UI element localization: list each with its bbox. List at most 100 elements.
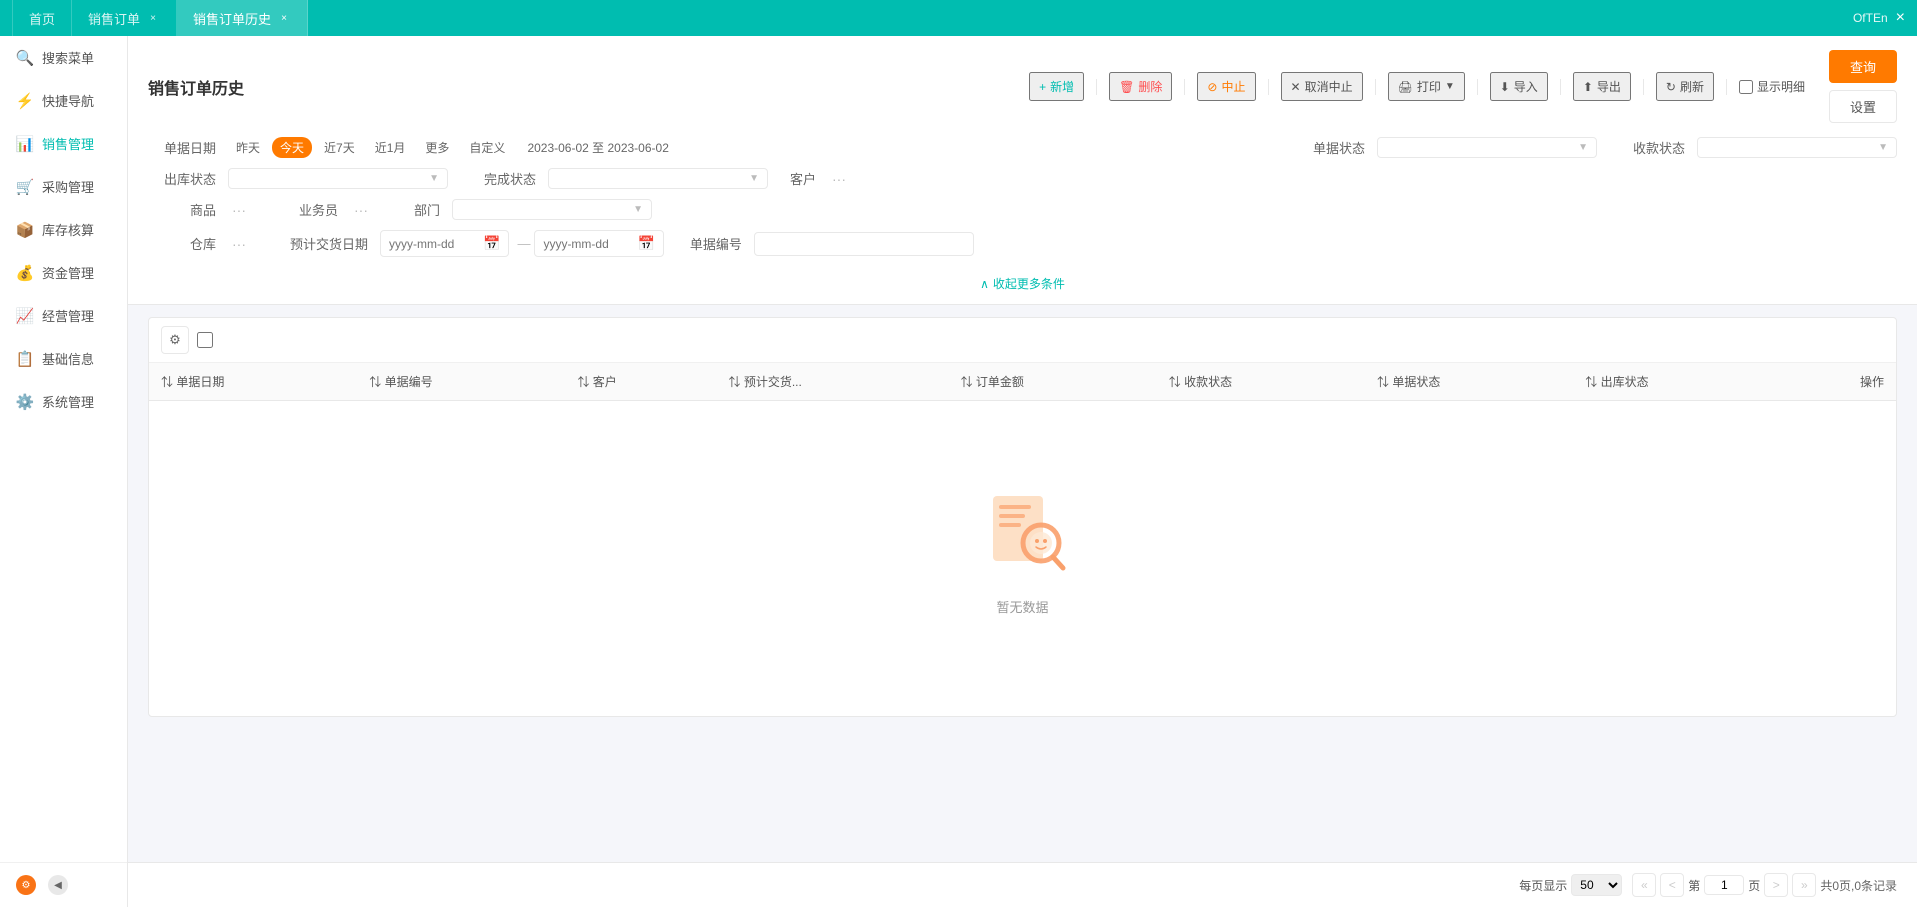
date-btn-1month[interactable]: 近1月	[367, 137, 414, 158]
delivery-date-to-input[interactable]	[543, 237, 633, 251]
tab-sales-order-history-close[interactable]: ×	[277, 11, 291, 25]
tab-home-label: 首页	[29, 9, 55, 28]
date-btn-more[interactable]: 更多	[417, 137, 457, 158]
tab-sales-order[interactable]: 销售订单 ×	[72, 0, 177, 36]
refresh-button[interactable]: ↻ 刷新	[1656, 72, 1714, 101]
prev-page-icon: <	[1669, 878, 1676, 892]
th-out-status[interactable]: ⇅ 出库状态	[1573, 363, 1781, 401]
complete-status-select[interactable]: ▼	[548, 168, 768, 189]
sidebar-bottom-collapse[interactable]: ◀	[48, 875, 68, 895]
th-bill-date[interactable]: ⇅ 单据日期	[149, 363, 357, 401]
department-select[interactable]: ▼	[452, 199, 652, 220]
bill-status-label: 单据状态	[1297, 138, 1377, 157]
delivery-date-from-input[interactable]	[389, 237, 479, 251]
sidebar-item-system-mgmt[interactable]: ⚙️ 系统管理	[0, 380, 127, 423]
goods-label: 商品	[148, 200, 228, 219]
th-operation: 操作	[1782, 363, 1897, 401]
out-status-select[interactable]: ▼	[228, 168, 448, 189]
new-button[interactable]: + 新增	[1029, 72, 1084, 101]
tab-sales-order-history[interactable]: 销售订单历史 ×	[177, 0, 308, 36]
query-button[interactable]: 查询	[1829, 50, 1897, 83]
date-btn-yesterday[interactable]: 昨天	[228, 137, 268, 158]
table-area: ⚙ ⇅ 单据日期 ⇅ 单据编号 ⇅ 客户	[128, 305, 1917, 862]
th-operation-label: 操作	[1860, 375, 1884, 389]
table-header-row: ⇅ 单据日期 ⇅ 单据编号 ⇅ 客户 ⇅ 预计交货...	[149, 363, 1896, 401]
first-page-btn[interactable]: «	[1632, 873, 1656, 897]
sidebar-item-quick-nav[interactable]: ⚡ 快捷导航	[0, 79, 127, 122]
footer-pagination: 每页显示 50 10 20 100 « < 第 页 >	[128, 862, 1917, 907]
collapse-row: ∧ 收起更多条件	[148, 267, 1897, 296]
sidebar-item-inventory-check[interactable]: 📦 库存核算	[0, 208, 127, 251]
divider-5	[1477, 79, 1478, 95]
receipt-status-select[interactable]: ▼	[1697, 137, 1897, 158]
collapse-button[interactable]: ∧ 收起更多条件	[976, 271, 1069, 296]
th-bill-status[interactable]: ⇅ 单据状态	[1365, 363, 1573, 401]
date-sep: —	[517, 236, 530, 251]
sidebar-bottom-settings[interactable]: ⚙	[16, 875, 36, 895]
quick-nav-icon: ⚡	[16, 92, 34, 110]
divider-4	[1375, 79, 1376, 95]
prev-page-btn[interactable]: <	[1660, 873, 1684, 897]
settings-button[interactable]: 设置	[1829, 90, 1897, 123]
th-order-amount[interactable]: ⇅ 订单金额	[949, 363, 1157, 401]
display-detail-toggle[interactable]: 显示明细	[1739, 78, 1805, 95]
receipt-status-label: 收款状态	[1617, 138, 1697, 157]
warehouse-dots[interactable]: ···	[228, 236, 250, 252]
page-header: 销售订单历史 + 新增 🗑 删除 ⊘ 中止	[128, 36, 1917, 305]
goods-dots[interactable]: ···	[228, 202, 250, 218]
th-customer[interactable]: ⇅ 客户	[565, 363, 716, 401]
sidebar-item-finance-mgmt[interactable]: 💰 资金管理	[0, 251, 127, 294]
purchase-mgmt-icon: 🛒	[16, 178, 34, 196]
tab-sales-order-close[interactable]: ×	[146, 11, 160, 25]
date-btn-custom[interactable]: 自定义	[461, 137, 513, 158]
page-number-input[interactable]	[1704, 875, 1744, 895]
customer-dots[interactable]: ···	[828, 171, 850, 187]
select-all-checkbox[interactable]	[197, 332, 213, 348]
next-page-icon: >	[1773, 878, 1780, 892]
often-label: OfTEn	[1853, 11, 1888, 25]
delivery-date-to-group[interactable]: 📅	[534, 230, 663, 257]
next-page-btn[interactable]: >	[1764, 873, 1788, 897]
sidebar: 🔍 搜索菜单 ⚡ 快捷导航 📊 销售管理 🛒 采购管理 📦 库存核算 💰 资金管…	[0, 36, 128, 907]
print-button[interactable]: 🖨 打印 ▼	[1388, 72, 1465, 101]
filter-row-2: 出库状态 ▼ 完成状态 ▼ 客户 ···	[148, 168, 1897, 189]
import-label: 导入	[1514, 78, 1538, 95]
th-expected-delivery[interactable]: ⇅ 预计交货...	[716, 363, 948, 401]
sidebar-item-search-menu[interactable]: 🔍 搜索菜单	[0, 36, 127, 79]
tab-sales-order-history-label: 销售订单历史	[193, 9, 271, 28]
display-detail-checkbox[interactable]	[1739, 80, 1753, 94]
pagination-controls: « < 第 页 > » 共0页,0条记录	[1632, 873, 1897, 897]
stop-button[interactable]: ⊘ 中止	[1197, 72, 1255, 101]
divider-1	[1096, 79, 1097, 95]
import-button[interactable]: ⬇ 导入	[1490, 72, 1548, 101]
th-bill-no[interactable]: ⇅ 单据编号	[357, 363, 565, 401]
complete-status-arrow: ▼	[749, 173, 759, 184]
bill-no-input[interactable]	[754, 232, 974, 256]
sidebar-item-purchase-mgmt[interactable]: 🛒 采购管理	[0, 165, 127, 208]
top-close-icon[interactable]: ×	[1896, 9, 1905, 27]
tab-home[interactable]: 首页	[12, 0, 72, 36]
last-page-btn[interactable]: »	[1792, 873, 1816, 897]
date-shortcuts: 昨天 今天 近7天 近1月 更多 自定义	[228, 137, 513, 158]
table-settings-icon[interactable]: ⚙	[161, 326, 189, 354]
cancel-stop-button[interactable]: ✕ 取消中止	[1281, 72, 1363, 101]
page-size-select[interactable]: 50 10 20 100	[1571, 874, 1622, 896]
date-btn-7days[interactable]: 近7天	[316, 137, 363, 158]
new-icon: +	[1039, 80, 1046, 94]
date-btn-today[interactable]: 今天	[272, 137, 312, 158]
collapse-arrow-icon: ∧	[980, 277, 989, 291]
sidebar-item-operation-mgmt[interactable]: 📈 经营管理	[0, 294, 127, 337]
export-button[interactable]: ⬆ 导出	[1573, 72, 1631, 101]
operation-mgmt-icon: 📈	[16, 307, 34, 325]
sidebar-item-operation-mgmt-label: 经营管理	[42, 306, 94, 325]
sidebar-item-sales-mgmt[interactable]: 📊 销售管理	[0, 122, 127, 165]
delete-button[interactable]: 🗑 删除	[1109, 72, 1172, 101]
th-receipt-status[interactable]: ⇅ 收款状态	[1157, 363, 1365, 401]
sidebar-item-base-info[interactable]: 📋 基础信息	[0, 337, 127, 380]
table-container: ⚙ ⇅ 单据日期 ⇅ 单据编号 ⇅ 客户	[148, 317, 1897, 717]
bill-status-select[interactable]: ▼	[1377, 137, 1597, 158]
delivery-date-from-group[interactable]: 📅	[380, 230, 509, 257]
page-title-bar: 销售订单历史 + 新增 🗑 删除 ⊘ 中止	[148, 50, 1897, 123]
th-bill-date-label: ⇅ 单据日期	[161, 375, 224, 389]
salesperson-dots[interactable]: ···	[350, 202, 372, 218]
